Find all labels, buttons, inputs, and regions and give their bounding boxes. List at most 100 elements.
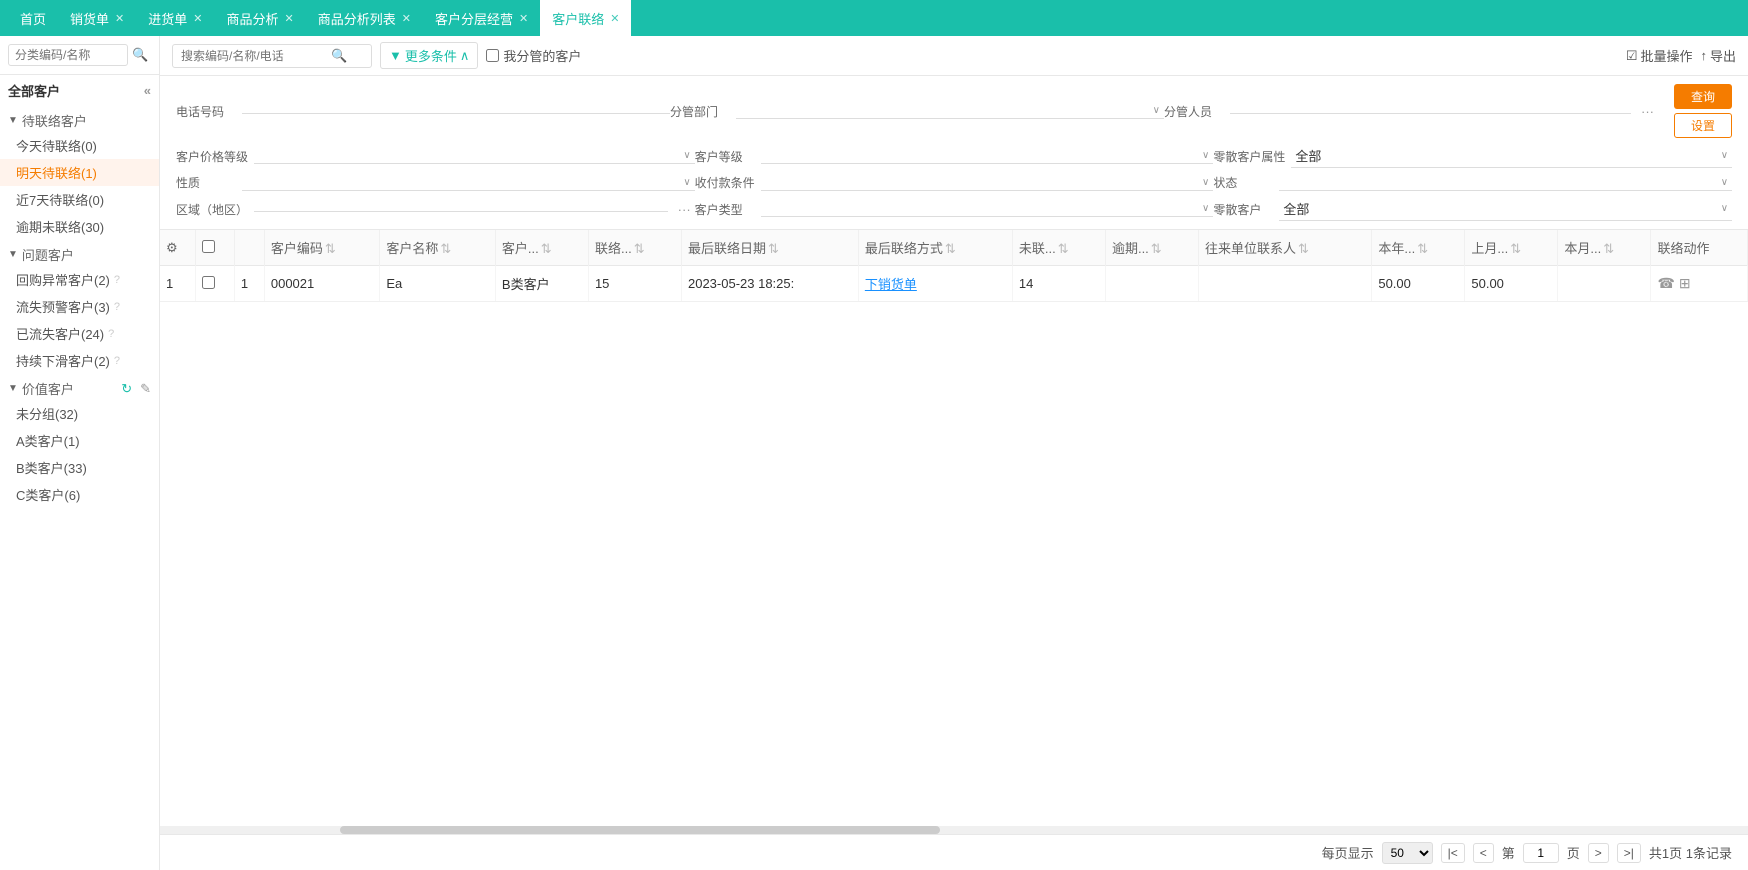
status-select[interactable]: ∨ [1279, 175, 1732, 191]
col-name[interactable]: 客户名称⇅ [380, 230, 496, 266]
customer-level-select[interactable]: ∨ [761, 148, 1214, 164]
nav-customer-segment[interactable]: 客户分层经营 ✕ [423, 0, 540, 36]
more-dots-icon[interactable]: ··· [1637, 104, 1658, 119]
prev-page-button[interactable]: < [1473, 843, 1494, 863]
next-page-button[interactable]: > [1588, 843, 1609, 863]
collapse-icon[interactable]: « [144, 83, 151, 98]
nav-customer-contact[interactable]: 客户联络 ✕ [540, 0, 631, 36]
nav-home[interactable]: 首页 [8, 0, 58, 36]
last-method-link[interactable]: 下销货单 [865, 277, 917, 292]
cell-last-date: 2023-05-23 18:25: [681, 266, 858, 302]
col-contact-count[interactable]: 联络...⇅ [588, 230, 681, 266]
col-overdue[interactable]: 逾期...⇅ [1105, 230, 1198, 266]
search-icon[interactable]: 🔍 [132, 47, 148, 63]
region-input[interactable] [254, 207, 668, 212]
page-number-input[interactable] [1523, 843, 1559, 863]
export-button[interactable]: ↑ 导出 [1700, 46, 1736, 65]
sidebar-item-7days[interactable]: 近7天待联络(0) [0, 186, 159, 213]
dept-select[interactable]: ∨ [736, 103, 1164, 119]
toolbar-right: ☑ 批量操作 ↑ 导出 [1626, 46, 1736, 65]
my-customers-checkbox-label[interactable]: 我分管的客户 [486, 46, 581, 65]
close-icon[interactable]: ✕ [193, 12, 202, 25]
chevron-down-icon: ∨ [1153, 105, 1160, 116]
first-page-button[interactable]: |< [1441, 843, 1465, 863]
query-button[interactable]: 查询 [1674, 84, 1732, 109]
filter-row-1: 电话号码 分管部门 ∨ 分管人员 ··· 查询 设置 [176, 84, 1732, 138]
retail-select[interactable]: 全部 ∨ [1279, 197, 1732, 221]
scrollbar-thumb[interactable] [340, 826, 940, 834]
last-page-button[interactable]: >| [1617, 843, 1641, 863]
col-this-year[interactable]: 本年...⇅ [1372, 230, 1465, 266]
row-checkbox[interactable] [202, 276, 215, 289]
phone-input[interactable] [242, 109, 670, 114]
table-header-row: ⚙ 客户编码⇅ 客户名称⇅ 客户...⇅ 联络...⇅ 最后联络日期⇅ 最后联络… [160, 230, 1748, 266]
sidebar-item-tomorrow[interactable]: 明天待联络(1) [0, 159, 159, 186]
region-more-icon[interactable]: ··· [674, 202, 695, 217]
footer: 每页显示 50 100 200 |< < 第 页 > >| 共1页 1条记录 [160, 834, 1748, 870]
more-filter-button[interactable]: ▼ 更多条件 ∧ [380, 42, 478, 69]
col-settings[interactable]: ⚙ [160, 230, 196, 266]
col-last-date[interactable]: 最后联络日期⇅ [681, 230, 858, 266]
select-all-checkbox[interactable] [202, 240, 215, 253]
cell-no-contact: 14 [1012, 266, 1105, 302]
filter-row-3: 性质 ∨ 收付款条件 ∨ 状态 [176, 174, 1732, 191]
sidebar-search-input[interactable] [8, 44, 128, 66]
per-page-select[interactable]: 50 100 200 [1382, 842, 1433, 864]
my-customers-checkbox[interactable] [486, 49, 499, 62]
filter-icon: ▼ [389, 48, 402, 63]
col-no-contact[interactable]: 未联...⇅ [1012, 230, 1105, 266]
nav-purchase[interactable]: 进货单 ✕ [136, 0, 214, 36]
price-level-select[interactable]: ∨ [254, 148, 695, 164]
chevron-down-icon: ∨ [1202, 150, 1209, 161]
close-icon[interactable]: ✕ [285, 12, 294, 25]
horizontal-scrollbar[interactable] [160, 826, 1748, 834]
col-code[interactable]: 客户编码⇅ [264, 230, 380, 266]
cell-last-month: 50.00 [1465, 266, 1558, 302]
settings-button[interactable]: 设置 [1674, 113, 1732, 138]
sidebar-item-a-class[interactable]: A类客户(1) [0, 427, 159, 454]
cell-no: 1 [160, 266, 196, 302]
sidebar-all-customers[interactable]: 全部客户 « [0, 75, 159, 106]
sidebar-item-overdue[interactable]: 逾期未联络(30) [0, 213, 159, 240]
edit-icon[interactable]: ✎ [140, 381, 151, 397]
cell-contacts [1198, 266, 1371, 302]
nav-goods-analysis[interactable]: 商品分析 ✕ [214, 0, 305, 36]
chevron-down-icon: ∨ [683, 177, 690, 188]
sidebar-item-declining[interactable]: 持续下滑客户(2) ? [0, 347, 159, 374]
sidebar-item-c-class[interactable]: C类客户(6) [0, 481, 159, 508]
close-icon[interactable]: ✕ [519, 12, 528, 25]
search-input[interactable] [181, 49, 331, 63]
col-type[interactable]: 客户...⇅ [495, 230, 588, 266]
phone-icon[interactable]: ☎ [1657, 275, 1674, 292]
nav-sales[interactable]: 销货单 ✕ [58, 0, 136, 36]
sidebar-item-ungrouped[interactable]: 未分组(32) [0, 400, 159, 427]
col-this-month[interactable]: 本月...⇅ [1558, 230, 1651, 266]
refresh-icon[interactable]: ↻ [121, 381, 132, 397]
nature-select[interactable]: ∨ [242, 175, 695, 191]
filter-price-level: 客户价格等级 ∨ [176, 148, 695, 165]
manager-input[interactable] [1230, 109, 1631, 114]
sidebar-item-repurchase[interactable]: 回购异常客户(2) ? [0, 266, 159, 293]
chevron-down-icon: ∨ [1721, 203, 1728, 214]
sidebar-item-today[interactable]: 今天待联络(0) [0, 132, 159, 159]
customer-type-select[interactable]: ∨ [761, 201, 1214, 217]
col-last-method[interactable]: 最后联络方式⇅ [858, 230, 1012, 266]
sidebar-item-b-class[interactable]: B类客户(33) [0, 454, 159, 481]
sidebar-group-value: ▼ 价值客户 ↻ ✎ [0, 374, 159, 400]
toolbar: 🔍 ▼ 更多条件 ∧ 我分管的客户 ☑ 批量操作 ↑ 导出 [160, 36, 1748, 76]
col-contacts[interactable]: 往来单位联系人⇅ [1198, 230, 1371, 266]
nav-goods-list[interactable]: 商品分析列表 ✕ [306, 0, 423, 36]
payment-select[interactable]: ∨ [761, 175, 1214, 191]
sidebar-item-churned[interactable]: 已流失客户(24) ? [0, 320, 159, 347]
grid-icon[interactable]: ⊞ [1679, 275, 1691, 292]
col-action: 联络动作 [1651, 230, 1748, 266]
col-last-month[interactable]: 上月...⇅ [1465, 230, 1558, 266]
sidebar-item-churn-warning[interactable]: 流失预警客户(3) ? [0, 293, 159, 320]
batch-action-button[interactable]: ☑ 批量操作 [1626, 46, 1693, 65]
close-icon[interactable]: ✕ [402, 12, 411, 25]
close-icon[interactable]: ✕ [115, 12, 124, 25]
close-icon[interactable]: ✕ [610, 12, 619, 25]
retail-attr-select[interactable]: 全部 ∨ [1291, 144, 1732, 168]
search-icon[interactable]: 🔍 [331, 48, 347, 64]
help-icon: ? [114, 301, 120, 313]
